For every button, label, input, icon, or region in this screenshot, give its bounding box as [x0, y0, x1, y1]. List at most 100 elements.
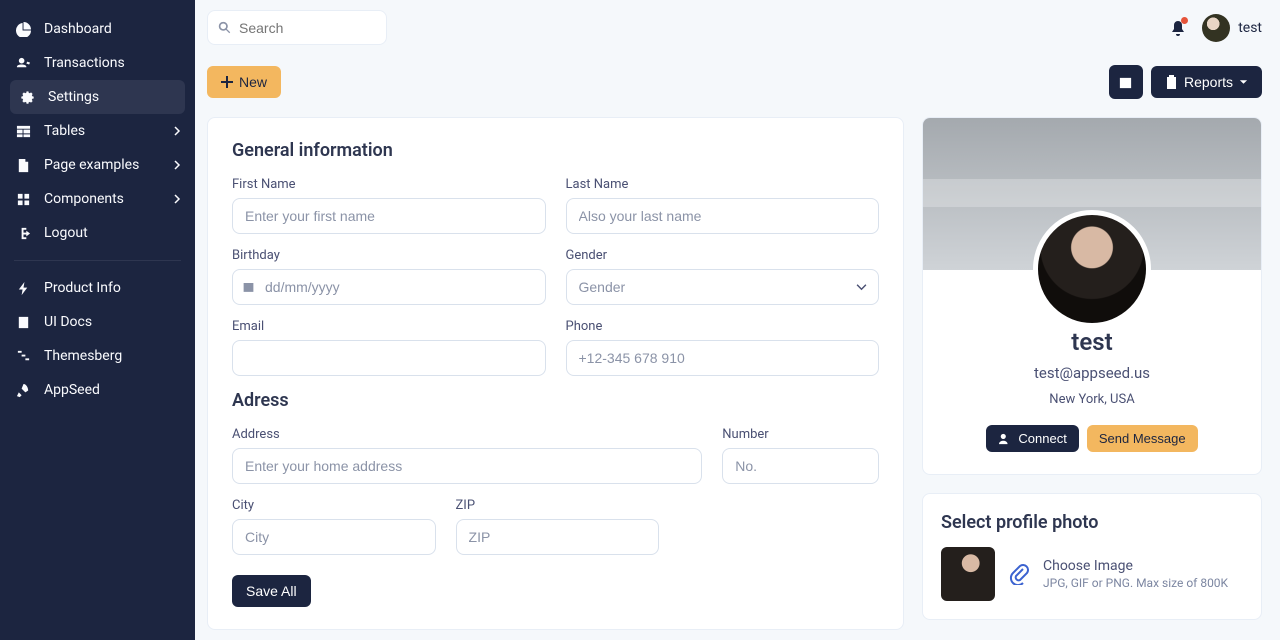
- first-name-input[interactable]: [232, 198, 546, 234]
- content-row: General information First Name Last Name…: [207, 117, 1262, 630]
- chevron-right-icon: [173, 160, 181, 170]
- upload-thumbnail: [941, 547, 995, 601]
- choose-image-link[interactable]: Choose Image: [1043, 558, 1228, 574]
- book-icon: [14, 315, 32, 330]
- address-input[interactable]: [232, 448, 702, 484]
- last-name-input[interactable]: [566, 198, 880, 234]
- bolt-icon: [14, 281, 32, 296]
- number-label: Number: [722, 427, 879, 442]
- sidebar-item-label: Tables: [44, 123, 85, 139]
- sidebar-item-appseed[interactable]: AppSeed: [0, 373, 195, 407]
- search-input-wrap[interactable]: [207, 10, 387, 45]
- new-button-label: New: [239, 74, 267, 90]
- phone-label: Phone: [566, 319, 880, 334]
- profile-cover: [923, 118, 1261, 270]
- gender-select[interactable]: [566, 269, 880, 305]
- sidebar-item-label: AppSeed: [44, 382, 100, 398]
- general-info-heading: General information: [232, 140, 879, 161]
- email-input[interactable]: [232, 340, 546, 376]
- side-column: test test@appseed.us New York, USA Conne…: [922, 117, 1262, 630]
- sidebar-item-components[interactable]: Components: [0, 182, 195, 216]
- city-input[interactable]: [232, 519, 436, 555]
- calendar-icon: [242, 281, 255, 294]
- zip-input[interactable]: [456, 519, 660, 555]
- zip-label: ZIP: [456, 498, 660, 513]
- sidebar-item-themesberg[interactable]: Themesberg: [0, 339, 195, 373]
- sidebar-item-logout[interactable]: Logout: [0, 216, 195, 250]
- sidebar-item-label: Product Info: [44, 280, 121, 296]
- reports-button[interactable]: Reports: [1151, 66, 1262, 98]
- sidebar-item-label: Page examples: [44, 157, 139, 173]
- sidebar-item-label: Themesberg: [44, 348, 122, 364]
- birthday-input[interactable]: [232, 269, 546, 305]
- search-icon: [218, 21, 231, 34]
- profile-location: New York, USA: [943, 392, 1241, 407]
- user-plus-icon: [998, 433, 1012, 445]
- upload-card: Select profile photo Choose Image JPG, G…: [922, 493, 1262, 620]
- connect-button[interactable]: Connect: [986, 425, 1078, 452]
- email-label: Email: [232, 319, 546, 334]
- chevron-right-icon: [173, 126, 181, 136]
- chevron-right-icon: [173, 194, 181, 204]
- action-bar: New Reports: [207, 65, 1262, 99]
- connect-button-label: Connect: [1018, 431, 1066, 446]
- clipboard-icon: [1165, 75, 1178, 89]
- user-name[interactable]: test: [1238, 20, 1262, 36]
- sidebar-item-label: Dashboard: [44, 21, 112, 37]
- sidebar: Dashboard Transactions Settings Tables P…: [0, 0, 195, 640]
- notification-badge: [1181, 17, 1188, 24]
- gender-label: Gender: [566, 248, 880, 263]
- calendar-icon: [1118, 75, 1133, 90]
- address-label: Address: [232, 427, 702, 442]
- themesberg-icon: [14, 349, 32, 364]
- sidebar-item-ui-docs[interactable]: UI Docs: [0, 305, 195, 339]
- phone-input[interactable]: [566, 340, 880, 376]
- user-avatar[interactable]: [1202, 14, 1230, 42]
- sidebar-item-product-info[interactable]: Product Info: [0, 271, 195, 305]
- profile-email: test@appseed.us: [943, 364, 1241, 382]
- general-info-card: General information First Name Last Name…: [207, 117, 904, 630]
- profile-name: test: [943, 328, 1241, 356]
- new-button[interactable]: New: [207, 66, 281, 98]
- paperclip-icon[interactable]: [1009, 563, 1029, 585]
- first-name-label: First Name: [232, 177, 546, 192]
- sidebar-item-settings[interactable]: Settings: [10, 80, 185, 114]
- save-button-label: Save All: [246, 583, 297, 599]
- birthday-label: Birthday: [232, 248, 546, 263]
- upload-hint: JPG, GIF or PNG. Max size of 800K: [1043, 576, 1228, 590]
- sidebar-item-label: Settings: [48, 89, 99, 105]
- boxes-icon: [14, 192, 32, 207]
- profile-avatar: [1033, 210, 1151, 328]
- sidebar-item-transactions[interactable]: Transactions: [0, 46, 195, 80]
- pie-chart-icon: [14, 22, 32, 37]
- file-icon: [14, 158, 32, 173]
- reports-button-label: Reports: [1184, 74, 1233, 90]
- sidebar-item-page-examples[interactable]: Page examples: [0, 148, 195, 182]
- send-message-label: Send Message: [1099, 431, 1186, 446]
- table-icon: [14, 124, 32, 139]
- sidebar-item-tables[interactable]: Tables: [0, 114, 195, 148]
- main-content: test New Reports General information Fir…: [195, 0, 1280, 640]
- hand-coin-icon: [14, 56, 32, 71]
- save-button[interactable]: Save All: [232, 575, 311, 607]
- number-input[interactable]: [722, 448, 879, 484]
- search-input[interactable]: [239, 20, 376, 36]
- sidebar-item-label: Components: [44, 191, 124, 207]
- last-name-label: Last Name: [566, 177, 880, 192]
- sidebar-item-dashboard[interactable]: Dashboard: [0, 12, 195, 46]
- sidebar-item-label: UI Docs: [44, 314, 92, 330]
- gear-icon: [18, 90, 36, 105]
- profile-card: test test@appseed.us New York, USA Conne…: [922, 117, 1262, 475]
- address-heading: Adress: [232, 390, 879, 411]
- notifications-button[interactable]: [1170, 19, 1186, 37]
- send-message-button[interactable]: Send Message: [1087, 425, 1198, 452]
- chevron-down-icon: [1239, 79, 1248, 85]
- sidebar-divider: [14, 260, 181, 261]
- topbar: test: [207, 10, 1262, 45]
- calendar-button[interactable]: [1109, 65, 1143, 99]
- plus-icon: [221, 76, 233, 88]
- city-label: City: [232, 498, 436, 513]
- rocket-icon: [14, 383, 32, 398]
- sidebar-item-label: Logout: [44, 225, 88, 241]
- logout-icon: [14, 226, 32, 241]
